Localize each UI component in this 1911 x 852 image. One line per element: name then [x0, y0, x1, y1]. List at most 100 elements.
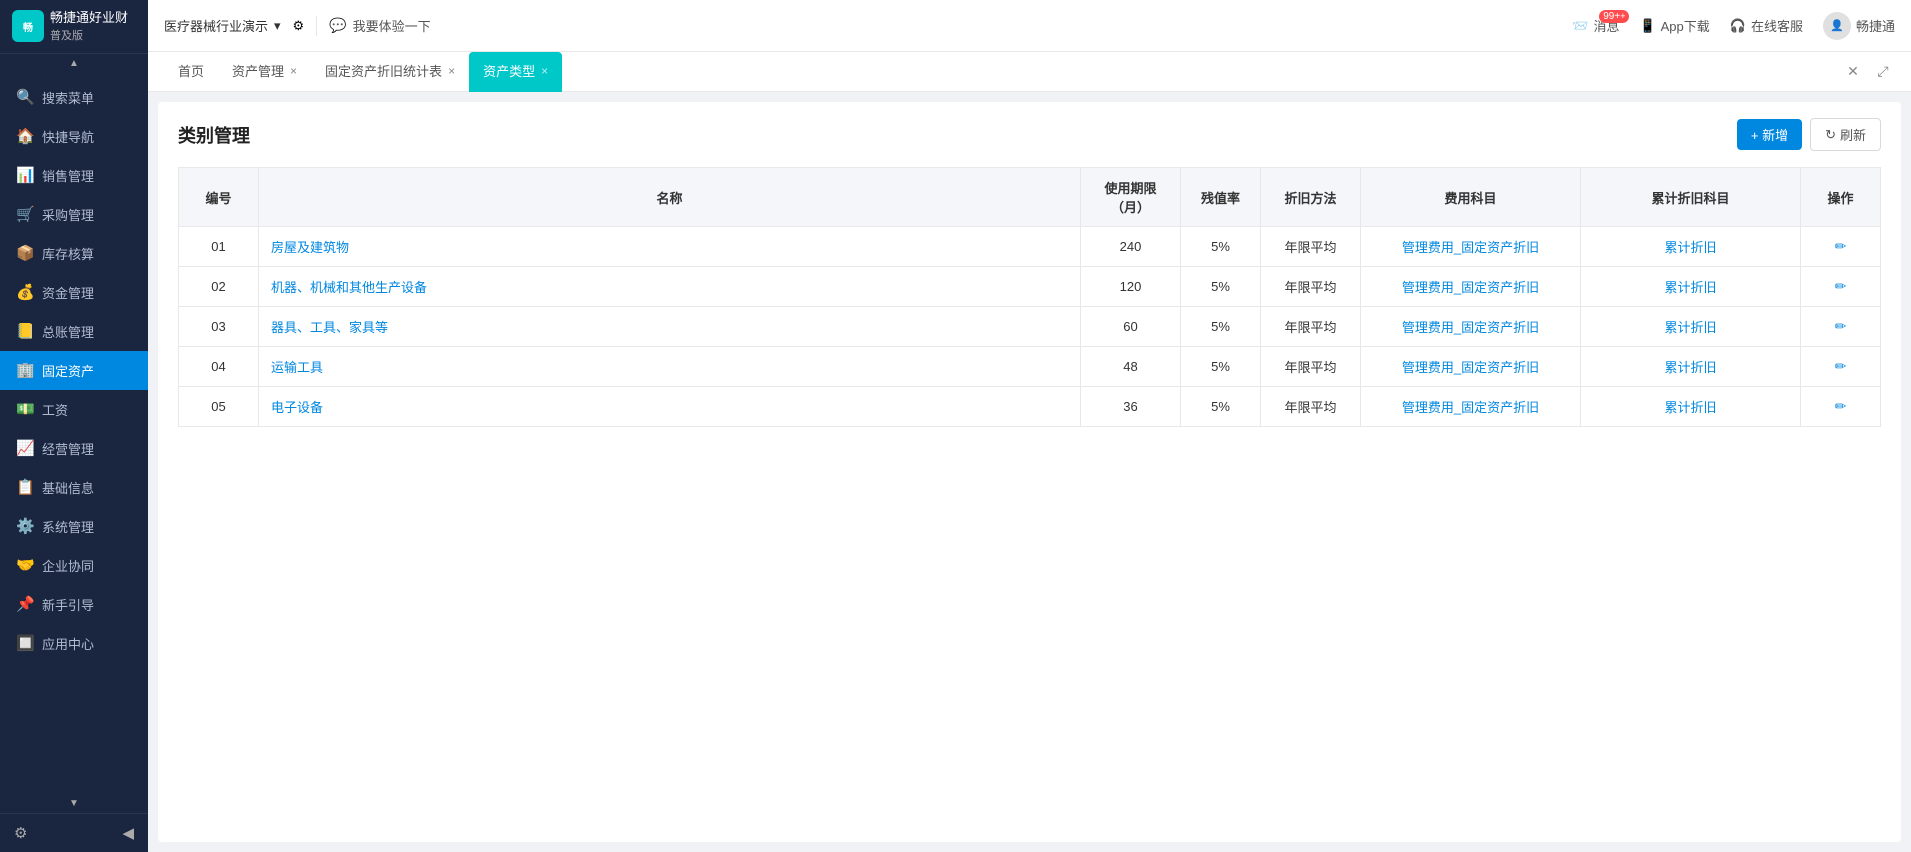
- close-tab-button[interactable]: ✕: [1841, 60, 1865, 84]
- sales-icon: 📊: [16, 166, 34, 184]
- cell-accumulated: 累计折旧: [1581, 307, 1801, 347]
- customer-service-button[interactable]: 🎧 在线客服: [1730, 16, 1803, 35]
- edit-icon[interactable]: ✏: [1835, 278, 1847, 294]
- cell-method: 年限平均: [1261, 227, 1361, 267]
- cell-name: 器具、工具、家具等: [259, 307, 1081, 347]
- tab-asset-type-close[interactable]: ×: [541, 64, 548, 78]
- fullscreen-button[interactable]: ⤢: [1871, 60, 1895, 84]
- sidebar-item-label: 系统管理: [42, 517, 94, 536]
- cell-code: 02: [179, 267, 259, 307]
- edit-icon[interactable]: ✏: [1835, 358, 1847, 374]
- app-download-label: App下载: [1661, 16, 1710, 35]
- category-table: 编号 名称 使用期限（月） 残值率 折旧方法 费用科目 累计折旧科目 操作 01…: [178, 167, 1881, 427]
- tab-asset-mgmt-close[interactable]: ×: [290, 64, 297, 78]
- topbar-right: 📨 消息 99++ 📱 App下载 🎧 在线客服 👤 畅捷通: [1572, 12, 1895, 40]
- industry-title: 医疗器械行业演示: [164, 16, 268, 35]
- settings-topbar-icon[interactable]: ⚙: [293, 18, 305, 34]
- cell-name: 电子设备: [259, 387, 1081, 427]
- sidebar-footer: ⚙ ◀: [0, 813, 148, 852]
- sidebar-item-label: 工资: [42, 400, 68, 419]
- sidebar-item-purchase[interactable]: 🛒 采购管理: [0, 195, 148, 234]
- cell-period: 240: [1081, 227, 1181, 267]
- tab-asset-type-label: 资产类型: [483, 61, 535, 80]
- sidebar-item-ledger[interactable]: 📒 总账管理: [0, 312, 148, 351]
- sidebar-item-capital[interactable]: 💰 资金管理: [0, 273, 148, 312]
- edit-icon[interactable]: ✏: [1835, 398, 1847, 414]
- tab-depreciation-close[interactable]: ×: [448, 64, 455, 78]
- avatar: 👤: [1823, 12, 1851, 40]
- cell-method: 年限平均: [1261, 347, 1361, 387]
- cell-expense: 管理费用_固定资产折旧: [1361, 267, 1581, 307]
- sidebar-item-label: 总账管理: [42, 322, 94, 341]
- cell-expense: 管理费用_固定资产折旧: [1361, 387, 1581, 427]
- try-label: 我要体验一下: [353, 16, 431, 35]
- sidebar-item-basic-info[interactable]: 📋 基础信息: [0, 468, 148, 507]
- settings-footer-icon[interactable]: ⚙: [14, 824, 27, 842]
- refresh-label: 刷新: [1840, 125, 1866, 144]
- logo-icon: 畅: [12, 10, 44, 42]
- tabs-bar-controls: ✕ ⤢: [1841, 60, 1895, 84]
- cell-residual: 5%: [1181, 267, 1261, 307]
- edit-icon[interactable]: ✏: [1835, 318, 1847, 334]
- sidebar-item-label: 库存核算: [42, 244, 94, 263]
- sidebar-item-quick-nav[interactable]: 🏠 快捷导航: [0, 117, 148, 156]
- refresh-icon: ↻: [1825, 127, 1836, 143]
- sidebar-item-operations[interactable]: 📈 经营管理: [0, 429, 148, 468]
- cell-period: 36: [1081, 387, 1181, 427]
- collapse-sidebar-icon[interactable]: ◀: [122, 824, 134, 842]
- sidebar-item-system[interactable]: ⚙️ 系统管理: [0, 507, 148, 546]
- cell-code: 04: [179, 347, 259, 387]
- cell-accumulated: 累计折旧: [1581, 227, 1801, 267]
- guide-icon: 📌: [16, 595, 34, 613]
- tab-home-label: 首页: [178, 61, 204, 80]
- operations-icon: 📈: [16, 439, 34, 457]
- user-menu[interactable]: 👤 畅捷通: [1823, 12, 1895, 40]
- logo-text-block: 畅捷通好业财 普及版: [50, 10, 128, 43]
- tabs-bar: 首页 资产管理 × 固定资产折旧统计表 × 资产类型 × ✕ ⤢: [148, 52, 1911, 92]
- sidebar-item-sales[interactable]: 📊 销售管理: [0, 156, 148, 195]
- add-button[interactable]: + 新增: [1737, 119, 1802, 150]
- download-icon: 📱: [1639, 18, 1655, 34]
- scroll-down-arrow[interactable]: ▼: [0, 793, 148, 813]
- cell-period: 120: [1081, 267, 1181, 307]
- tab-depreciation-table[interactable]: 固定资产折旧统计表 ×: [311, 52, 469, 92]
- sidebar-item-label: 企业协同: [42, 556, 94, 575]
- tab-asset-type[interactable]: 资产类型 ×: [469, 52, 562, 92]
- table-row: 03 器具、工具、家具等 60 5% 年限平均 管理费用_固定资产折旧 累计折旧…: [179, 307, 1881, 347]
- logo-title: 畅捷通好业财: [50, 10, 128, 27]
- cell-residual: 5%: [1181, 227, 1261, 267]
- sidebar-item-guide[interactable]: 📌 新手引导: [0, 585, 148, 624]
- refresh-button[interactable]: ↻ 刷新: [1810, 118, 1881, 151]
- tab-home[interactable]: 首页: [164, 52, 218, 92]
- search-icon: 🔍: [16, 88, 34, 106]
- sidebar-item-app-center[interactable]: 🔲 应用中心: [0, 624, 148, 663]
- page-actions: + 新增 ↻ 刷新: [1737, 118, 1881, 151]
- sidebar-item-search[interactable]: 🔍 搜索菜单: [0, 78, 148, 117]
- sidebar-item-fixed-assets[interactable]: 🏢 固定资产: [0, 351, 148, 390]
- cell-residual: 5%: [1181, 387, 1261, 427]
- cell-period: 60: [1081, 307, 1181, 347]
- logo-subtitle: 普及版: [50, 27, 128, 43]
- sidebar-item-label: 固定资产: [42, 361, 94, 380]
- message-button[interactable]: 📨 消息 99++: [1572, 16, 1619, 35]
- th-code: 编号: [179, 168, 259, 227]
- table-row: 02 机器、机械和其他生产设备 120 5% 年限平均 管理费用_固定资产折旧 …: [179, 267, 1881, 307]
- chat-icon: 💬: [329, 17, 346, 34]
- edit-icon[interactable]: ✏: [1835, 238, 1847, 254]
- sidebar-item-inventory[interactable]: 📦 库存核算: [0, 234, 148, 273]
- topbar: 医疗器械行业演示 ▾ ⚙ 💬 我要体验一下 📨 消息 99++ 📱 App下载 …: [148, 0, 1911, 52]
- cell-action: ✏: [1801, 227, 1881, 267]
- scroll-up-arrow[interactable]: ▲: [0, 54, 148, 74]
- sidebar-item-cooperation[interactable]: 🤝 企业协同: [0, 546, 148, 585]
- industry-selector[interactable]: 医疗器械行业演示 ▾: [164, 16, 281, 35]
- tab-asset-mgmt[interactable]: 资产管理 ×: [218, 52, 311, 92]
- sidebar-item-payroll[interactable]: 💵 工资: [0, 390, 148, 429]
- try-experience-button[interactable]: 💬 我要体验一下: [329, 16, 430, 35]
- app-download-button[interactable]: 📱 App下载: [1639, 16, 1709, 35]
- user-name: 畅捷通: [1856, 16, 1895, 35]
- th-period: 使用期限（月）: [1081, 168, 1181, 227]
- sidebar-item-label: 搜索菜单: [42, 88, 94, 107]
- purchase-icon: 🛒: [16, 205, 34, 223]
- cell-period: 48: [1081, 347, 1181, 387]
- service-icon: 🎧: [1730, 18, 1746, 34]
